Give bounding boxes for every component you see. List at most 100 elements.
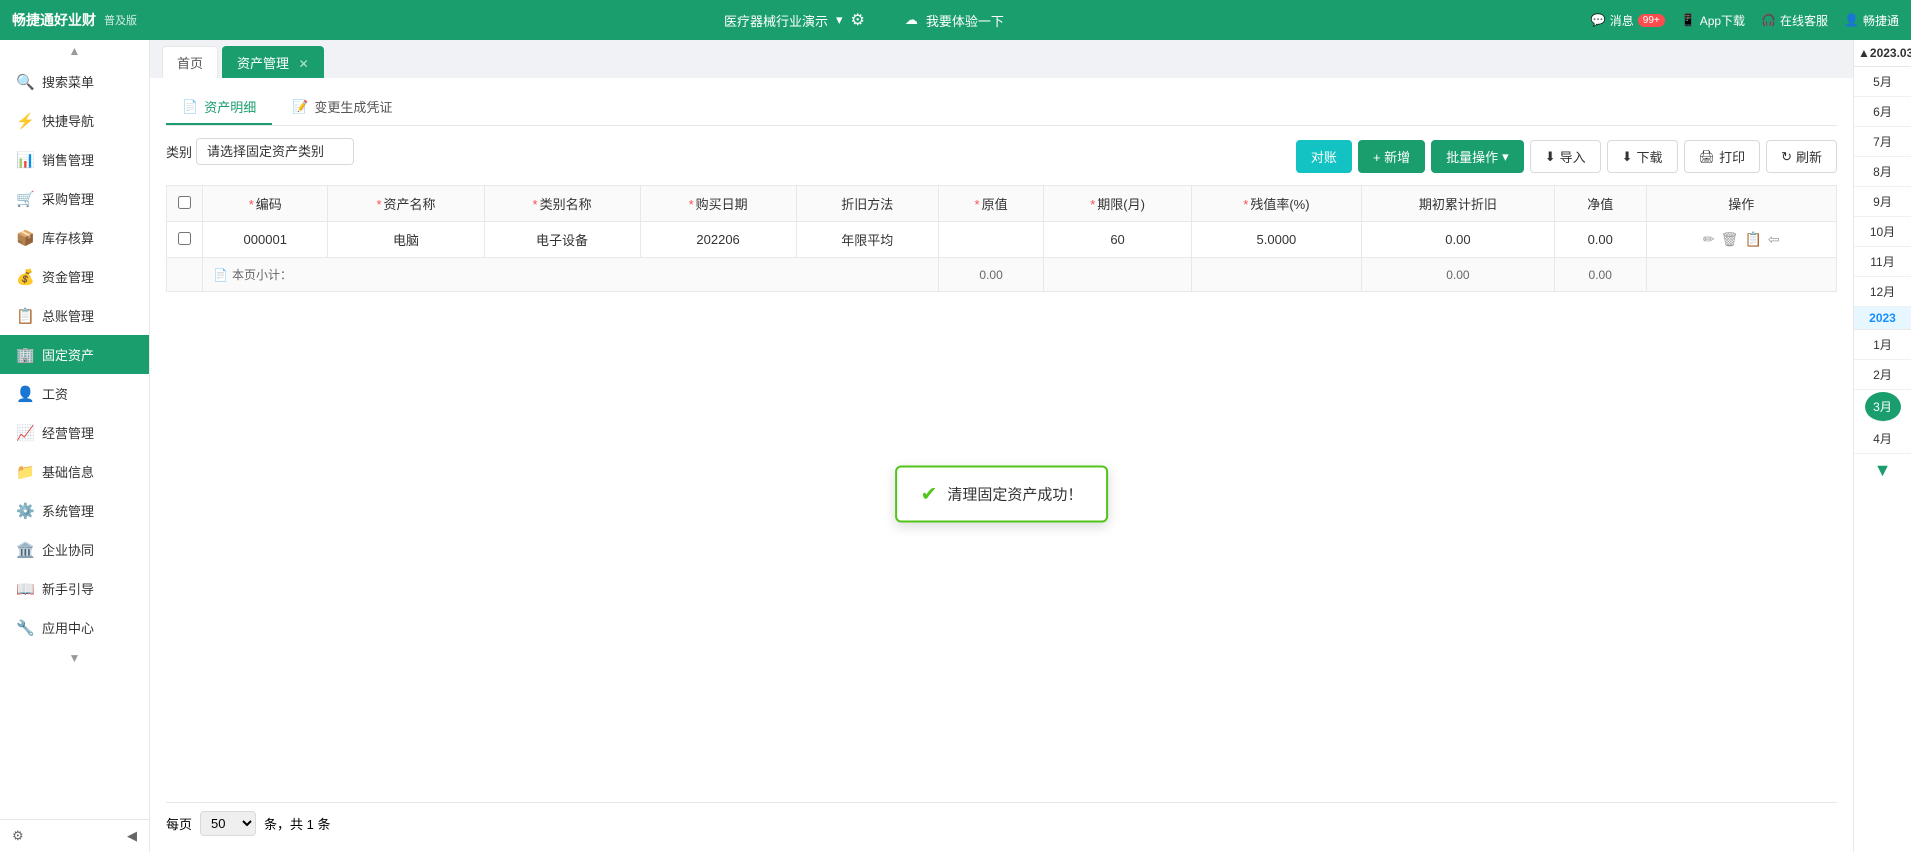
inventory-icon: 📦 [16, 229, 34, 247]
tab-close-icon[interactable]: ✕ [299, 57, 309, 71]
th-name: *资产名称 [328, 186, 484, 222]
sidebar-label-guide: 新手引导 [42, 579, 94, 598]
calendar-month-5[interactable]: 5月 [1854, 67, 1911, 97]
sidebar-label-ledger: 总账管理 [42, 306, 94, 325]
row-name: 电脑 [328, 222, 484, 258]
calendar-header-nav-up[interactable]: ▲ [1858, 46, 1870, 60]
calendar-month-8[interactable]: 8月 [1854, 157, 1911, 187]
subtotal-residual-rate [1191, 258, 1361, 292]
sidebar-label-system: 系统管理 [42, 501, 94, 520]
sidebar-item-basic-info[interactable]: 📁 基础信息 [0, 452, 149, 491]
th-operations: 操作 [1646, 186, 1836, 222]
calendar-nav-down[interactable]: ▼ [1854, 454, 1911, 487]
calendar-month-4[interactable]: 4月 [1854, 424, 1911, 454]
sidebar-item-ops[interactable]: 📈 经营管理 [0, 413, 149, 452]
subtotal-period [1044, 258, 1192, 292]
calendar-month-7[interactable]: 7月 [1854, 127, 1911, 157]
sidebar-item-payroll[interactable]: 👤 工资 [0, 374, 149, 413]
tab-home[interactable]: 首页 [162, 46, 218, 78]
dropdown-icon[interactable]: ▾ [836, 12, 843, 28]
sidebar-item-inventory[interactable]: 📦 库存核算 [0, 218, 149, 257]
select-all-checkbox[interactable] [178, 196, 191, 209]
subtotal-net-value: 0.00 [1554, 258, 1646, 292]
calendar-month-11[interactable]: 11月 [1854, 247, 1911, 277]
calendar-month-10[interactable]: 10月 [1854, 217, 1911, 247]
refresh-label: 刷新 [1796, 147, 1822, 166]
settings-icon[interactable]: ⚙ [851, 10, 865, 30]
sidebar-item-search[interactable]: 🔍 搜索菜单 [0, 62, 149, 101]
calendar-month-9[interactable]: 9月 [1854, 187, 1911, 217]
calendar-month-1[interactable]: 1月 [1854, 330, 1911, 360]
per-page-label: 每页 [166, 814, 192, 833]
ledger-icon: 📋 [16, 307, 34, 325]
row-category: 电子设备 [484, 222, 640, 258]
calendar-month-6[interactable]: 6月 [1854, 97, 1911, 127]
sidebar-item-system[interactable]: ⚙️ 系统管理 [0, 491, 149, 530]
import-button[interactable]: ⬇ 导入 [1530, 140, 1601, 173]
th-dep-method: 折旧方法 [796, 186, 938, 222]
sub-tab-change-voucher[interactable]: 📝 变更生成凭证 [276, 90, 408, 125]
sidebar-item-sales[interactable]: 📊 销售管理 [0, 140, 149, 179]
refresh-button[interactable]: ↻ 刷新 [1766, 140, 1837, 173]
sidebar-item-guide[interactable]: 📖 新手引导 [0, 569, 149, 608]
subtotal-original-value: 0.00 [938, 258, 1043, 292]
basic-info-icon: 📁 [16, 463, 34, 481]
edit-icon[interactable]: ✏ [1703, 231, 1715, 248]
th-original-value: *原值 [938, 186, 1043, 222]
print-icon: 🖨 [1699, 149, 1716, 165]
row-checkbox[interactable] [178, 232, 191, 245]
copy-icon[interactable]: 📋 [1744, 231, 1761, 248]
tab-asset-mgmt[interactable]: 资产管理 ✕ [222, 46, 324, 78]
toast-check-icon: ✔ [921, 481, 938, 506]
print-button[interactable]: 🖨 打印 [1684, 140, 1761, 173]
sidebar-scroll-up[interactable]: ▲ [0, 40, 149, 62]
online-service-btn[interactable]: 🎧 在线客服 [1761, 12, 1828, 29]
corp-icon: 🏛️ [16, 541, 34, 559]
more-icon[interactable]: ⇦ [1768, 231, 1780, 248]
sidebar-scroll-down[interactable]: ▼ [0, 647, 149, 669]
sidebar-label-fixed-assets: 固定资产 [42, 345, 94, 364]
topbar-right: 💬 消息 99+ 📱 App下载 🎧 在线客服 👤 畅捷通 [1591, 12, 1899, 29]
sub-tab-asset-detail[interactable]: 📄 资产明细 [166, 90, 272, 125]
toolbar: 类别 请选择固定资产类别 对账 + 新 [166, 138, 1837, 175]
sidebar-label-corp: 企业协同 [42, 540, 94, 559]
calendar-month-3-current[interactable]: 3月 [1865, 392, 1901, 422]
batch-ops-button[interactable]: 批量操作 ▾ [1431, 140, 1524, 173]
sidebar-label-sales: 销售管理 [42, 150, 94, 169]
subtotal-checkbox [167, 258, 203, 292]
sub-tab-asset-detail-label: 资产明细 [204, 97, 256, 116]
download-button[interactable]: ⬇ 下载 [1607, 140, 1678, 173]
payroll-icon: 👤 [16, 385, 34, 403]
sidebar-label-inventory: 库存核算 [42, 228, 94, 247]
row-original-value [938, 222, 1043, 258]
message-btn[interactable]: 💬 消息 99+ [1591, 12, 1665, 29]
delete-icon[interactable]: 🗑 [1721, 231, 1739, 248]
sidebar-item-quick-nav[interactable]: ⚡ 快捷导航 [0, 101, 149, 140]
sidebar-item-ledger[interactable]: 📋 总账管理 [0, 296, 149, 335]
new-button[interactable]: + 新增 [1358, 140, 1425, 173]
category-select[interactable]: 请选择固定资产类别 [196, 138, 354, 165]
purchase-icon: 🛒 [16, 190, 34, 208]
capital-icon: 💰 [16, 268, 34, 286]
sidebar-item-purchase[interactable]: 🛒 采购管理 [0, 179, 149, 218]
sidebar-item-capital[interactable]: 💰 资金管理 [0, 257, 149, 296]
th-category: *类别名称 [484, 186, 640, 222]
experience-btn[interactable]: 我要体验一下 [926, 11, 1004, 30]
calendar-month-12[interactable]: 12月 [1854, 277, 1911, 307]
sidebar-collapse-icon[interactable]: ◀ [127, 828, 137, 844]
reconcile-button[interactable]: 对账 [1296, 140, 1352, 173]
calendar-month-2[interactable]: 2月 [1854, 360, 1911, 390]
sidebar-item-corp[interactable]: 🏛️ 企业协同 [0, 530, 149, 569]
page-content: 📄 资产明细 📝 变更生成凭证 类别 [150, 78, 1853, 852]
sidebar-item-fixed-assets[interactable]: 🏢 固定资产 [0, 335, 149, 374]
per-page-select[interactable]: 50 20 100 [200, 811, 256, 836]
user-avatar[interactable]: 👤 畅捷通 [1844, 12, 1899, 29]
th-checkbox [167, 186, 203, 222]
sidebar-label-capital: 资金管理 [42, 267, 94, 286]
app-download-btn[interactable]: 📱 App下载 [1681, 12, 1745, 29]
sidebar-settings-icon[interactable]: ⚙ [12, 828, 24, 844]
search-icon: 🔍 [16, 73, 34, 91]
sidebar-bottom: ⚙ ◀ [0, 819, 149, 852]
sidebar-item-app-center[interactable]: 🔧 应用中心 [0, 608, 149, 647]
ops-icon: 📈 [16, 424, 34, 442]
